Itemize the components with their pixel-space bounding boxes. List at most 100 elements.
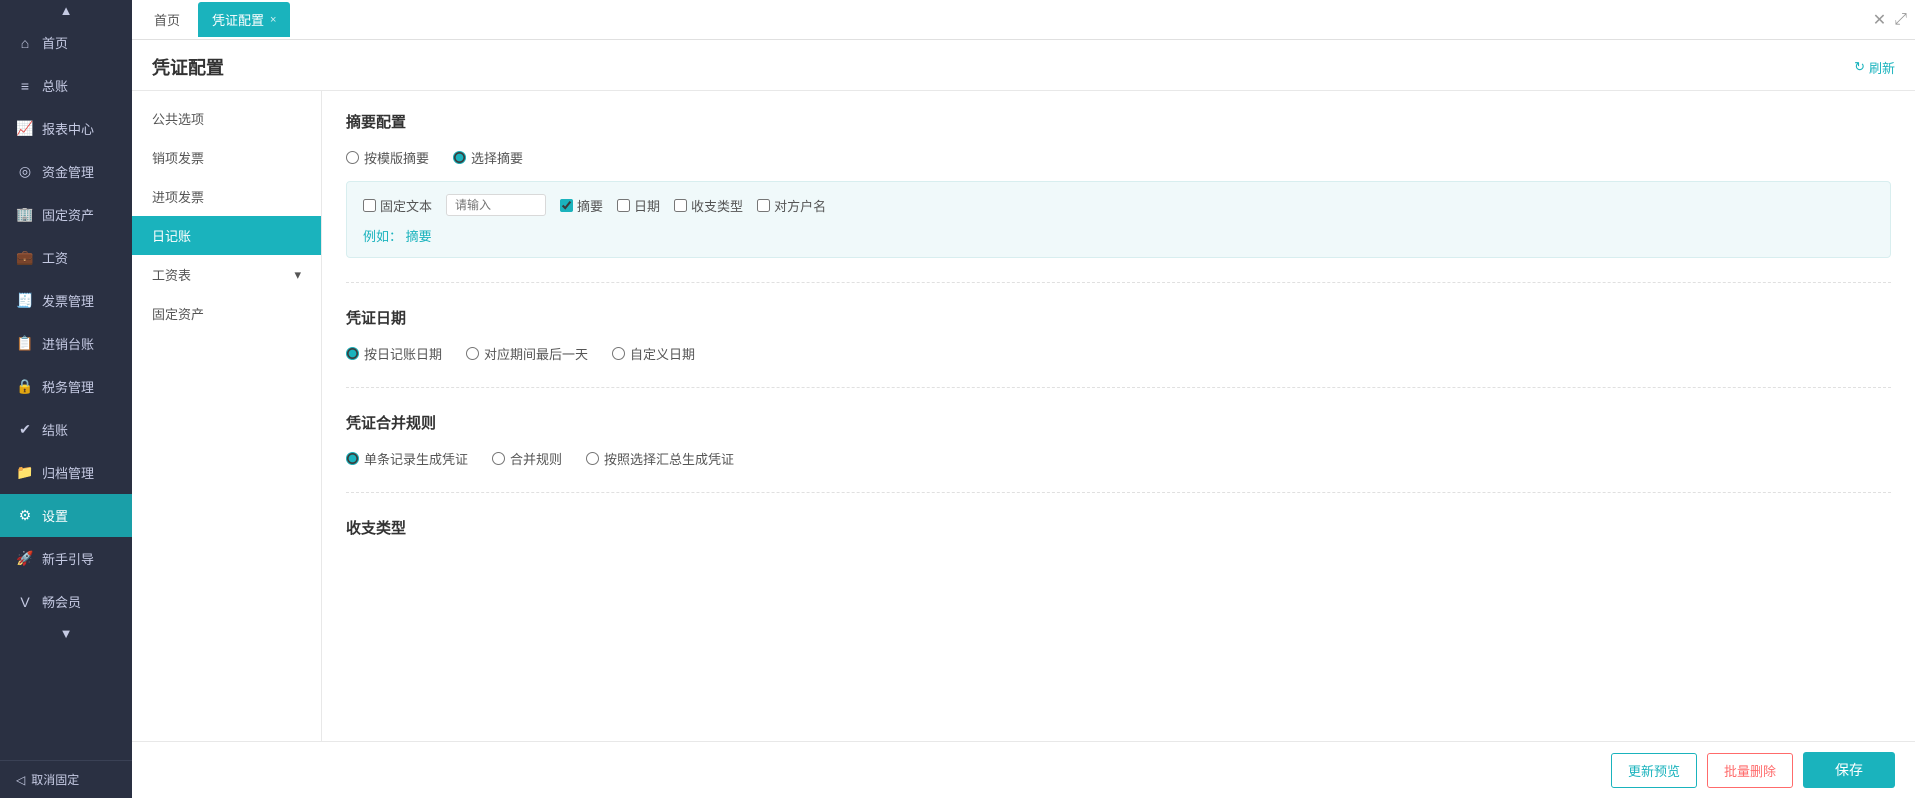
sidebar-item-reports[interactable]: 📈 报表中心 xyxy=(0,107,132,150)
voucher-date-radio-custom[interactable]: 自定义日期 xyxy=(612,344,695,363)
merge-rules-radio-summary[interactable]: 按照选择汇总生成凭证 xyxy=(586,449,734,468)
merge-rules-radio-group: 单条记录生成凭证 合并规则 按照选择汇总生成凭证 xyxy=(346,449,1891,468)
sidebar-item-close[interactable]: ✔ 结账 xyxy=(0,408,132,451)
sidebar-item-label: 设置 xyxy=(42,506,68,525)
sidebar-item-vip[interactable]: V 畅会员 xyxy=(0,580,132,623)
assets-icon: 🏢 xyxy=(16,206,34,223)
left-nav-fixed-assets[interactable]: 固定资产 xyxy=(132,294,321,333)
checkbox-summary[interactable]: 摘要 xyxy=(560,196,603,215)
tabs-bar-actions: ✕ ⤢ xyxy=(1873,10,1907,30)
sidebar-item-salary[interactable]: 💼 工资 xyxy=(0,236,132,279)
summary-config-section: 摘要配置 按模版摘要 选择摘要 固定文本 xyxy=(346,111,1891,283)
bottom-bar: 更新预览 批量删除 保存 xyxy=(132,741,1915,798)
sidebar-item-ledger[interactable]: ≡ 总账 xyxy=(0,64,132,107)
sidebar-item-label: 报表中心 xyxy=(42,119,94,138)
left-nav-label: 进项发票 xyxy=(152,187,204,206)
left-nav-label: 日记账 xyxy=(152,226,191,245)
left-nav-label: 销项发票 xyxy=(152,148,204,167)
sidebar-unpin-button[interactable]: ◁ 取消固定 xyxy=(0,760,132,798)
merge-rules-section: 凭证合并规则 单条记录生成凭证 合并规则 按照选择汇总生成凭证 xyxy=(346,412,1891,493)
left-nav-label: 工资表 xyxy=(152,265,191,284)
summary-radio-select[interactable]: 选择摘要 xyxy=(453,148,523,167)
sidebar-item-label: 总账 xyxy=(42,76,68,95)
window-expand-icon[interactable]: ⤢ xyxy=(1894,11,1907,29)
close-account-icon: ✔ xyxy=(16,421,34,438)
home-icon: ⌂ xyxy=(16,35,34,51)
checkbox-fixed-text[interactable]: 固定文本 xyxy=(363,196,432,215)
sidebar-item-sales[interactable]: 📋 进销台账 xyxy=(0,322,132,365)
page-title: 凭证配置 xyxy=(152,54,224,80)
checkbox-income-expense[interactable]: 收支类型 xyxy=(674,196,743,215)
guide-icon: 🚀 xyxy=(16,550,34,567)
voucher-date-radio-period[interactable]: 对应期间最后一天 xyxy=(466,344,588,363)
sidebar-item-label: 结账 xyxy=(42,420,68,439)
sidebar-item-invoice[interactable]: 🧾 发票管理 xyxy=(0,279,132,322)
refresh-button[interactable]: ↻ 刷新 xyxy=(1854,58,1895,77)
sidebar-scroll-down[interactable]: ▼ xyxy=(0,623,132,644)
merge-rules-radio-merge[interactable]: 合并规则 xyxy=(492,449,562,468)
left-nav-purchase-invoice[interactable]: 进项发票 xyxy=(132,177,321,216)
chevron-down-icon: ▾ xyxy=(294,267,301,283)
unpin-icon: ◁ xyxy=(16,773,25,787)
income-expense-section: 收支类型 xyxy=(346,517,1891,578)
sidebar-item-assets[interactable]: 🏢 固定资产 xyxy=(0,193,132,236)
batch-delete-button[interactable]: 批量删除 xyxy=(1707,753,1793,788)
left-nav-sales-invoice[interactable]: 销项发票 xyxy=(132,138,321,177)
vip-icon: V xyxy=(16,594,34,610)
update-preview-button[interactable]: 更新预览 xyxy=(1611,753,1697,788)
refresh-icon: ↻ xyxy=(1854,59,1865,75)
sidebar-item-label: 固定资产 xyxy=(42,205,94,224)
left-nav-payroll[interactable]: 工资表 ▾ xyxy=(132,255,321,294)
sidebar-item-archive[interactable]: 📁 归档管理 xyxy=(0,451,132,494)
left-nav: 公共选项 销项发票 进项发票 日记账 工资表 ▾ 固定资产 xyxy=(132,91,322,741)
left-nav-public[interactable]: 公共选项 xyxy=(132,99,321,138)
sidebar-item-settings[interactable]: ⚙ 设置 xyxy=(0,494,132,537)
tabs-bar: 首页 凭证配置 × ✕ ⤢ xyxy=(132,0,1915,40)
tax-icon: 🔒 xyxy=(16,378,34,395)
summary-config-title: 摘要配置 xyxy=(346,111,1891,132)
sales-icon: 📋 xyxy=(16,335,34,352)
merge-rules-radio-single[interactable]: 单条记录生成凭证 xyxy=(346,449,468,468)
summary-config-box: 固定文本 摘要 日期 收支类型 xyxy=(346,181,1891,258)
checkbox-counterparty[interactable]: 对方户名 xyxy=(757,196,826,215)
sidebar-scroll-up[interactable]: ▲ xyxy=(0,0,132,21)
main-area: 首页 凭证配置 × ✕ ⤢ 凭证配置 ↻ 刷新 公共选项 销项发票 进 xyxy=(132,0,1915,798)
left-nav-label: 公共选项 xyxy=(152,109,204,128)
right-content: 摘要配置 按模版摘要 选择摘要 固定文本 xyxy=(322,91,1915,741)
sidebar-item-label: 发票管理 xyxy=(42,291,94,310)
voucher-date-radio-group: 按日记账日期 对应期间最后一天 自定义日期 xyxy=(346,344,1891,363)
tab-home[interactable]: 首页 xyxy=(140,2,194,37)
fixed-text-input[interactable] xyxy=(446,194,546,216)
left-nav-journal[interactable]: 日记账 xyxy=(132,216,321,255)
sidebar-item-label: 归档管理 xyxy=(42,463,94,482)
summary-radio-template[interactable]: 按模版摘要 xyxy=(346,148,429,167)
save-button[interactable]: 保存 xyxy=(1803,752,1895,788)
sidebar-item-funds[interactable]: ◎ 资金管理 xyxy=(0,150,132,193)
checkbox-row: 固定文本 摘要 日期 收支类型 xyxy=(363,194,1874,216)
example-text: 例如： 摘要 xyxy=(363,226,1874,245)
sidebar-unpin-label: 取消固定 xyxy=(31,771,79,788)
sidebar: ▲ ⌂ 首页 ≡ 总账 📈 报表中心 ◎ 资金管理 🏢 固定资产 💼 工资 🧾 … xyxy=(0,0,132,798)
checkbox-date[interactable]: 日期 xyxy=(617,196,660,215)
sidebar-item-tax[interactable]: 🔒 税务管理 xyxy=(0,365,132,408)
sidebar-item-label: 税务管理 xyxy=(42,377,94,396)
reports-icon: 📈 xyxy=(16,120,34,137)
funds-icon: ◎ xyxy=(16,163,34,180)
sidebar-item-home[interactable]: ⌂ 首页 xyxy=(0,21,132,64)
tab-home-label: 首页 xyxy=(154,10,180,29)
merge-rules-title: 凭证合并规则 xyxy=(346,412,1891,433)
sidebar-item-label: 首页 xyxy=(42,33,68,52)
tab-voucher-config-label: 凭证配置 xyxy=(212,10,264,29)
window-close-icon[interactable]: ✕ xyxy=(1873,10,1886,30)
sidebar-item-label: 畅会员 xyxy=(42,592,81,611)
sidebar-item-guide[interactable]: 🚀 新手引导 xyxy=(0,537,132,580)
summary-radio-group: 按模版摘要 选择摘要 xyxy=(346,148,1891,167)
refresh-label: 刷新 xyxy=(1869,58,1895,77)
tab-close-icon[interactable]: × xyxy=(270,14,276,26)
sidebar-item-label: 工资 xyxy=(42,248,68,267)
voucher-date-section: 凭证日期 按日记账日期 对应期间最后一天 自定义日期 xyxy=(346,307,1891,388)
page-header: 凭证配置 ↻ 刷新 xyxy=(132,40,1915,91)
tab-voucher-config[interactable]: 凭证配置 × xyxy=(198,2,290,37)
voucher-date-radio-journal[interactable]: 按日记账日期 xyxy=(346,344,442,363)
ledger-icon: ≡ xyxy=(16,78,34,94)
